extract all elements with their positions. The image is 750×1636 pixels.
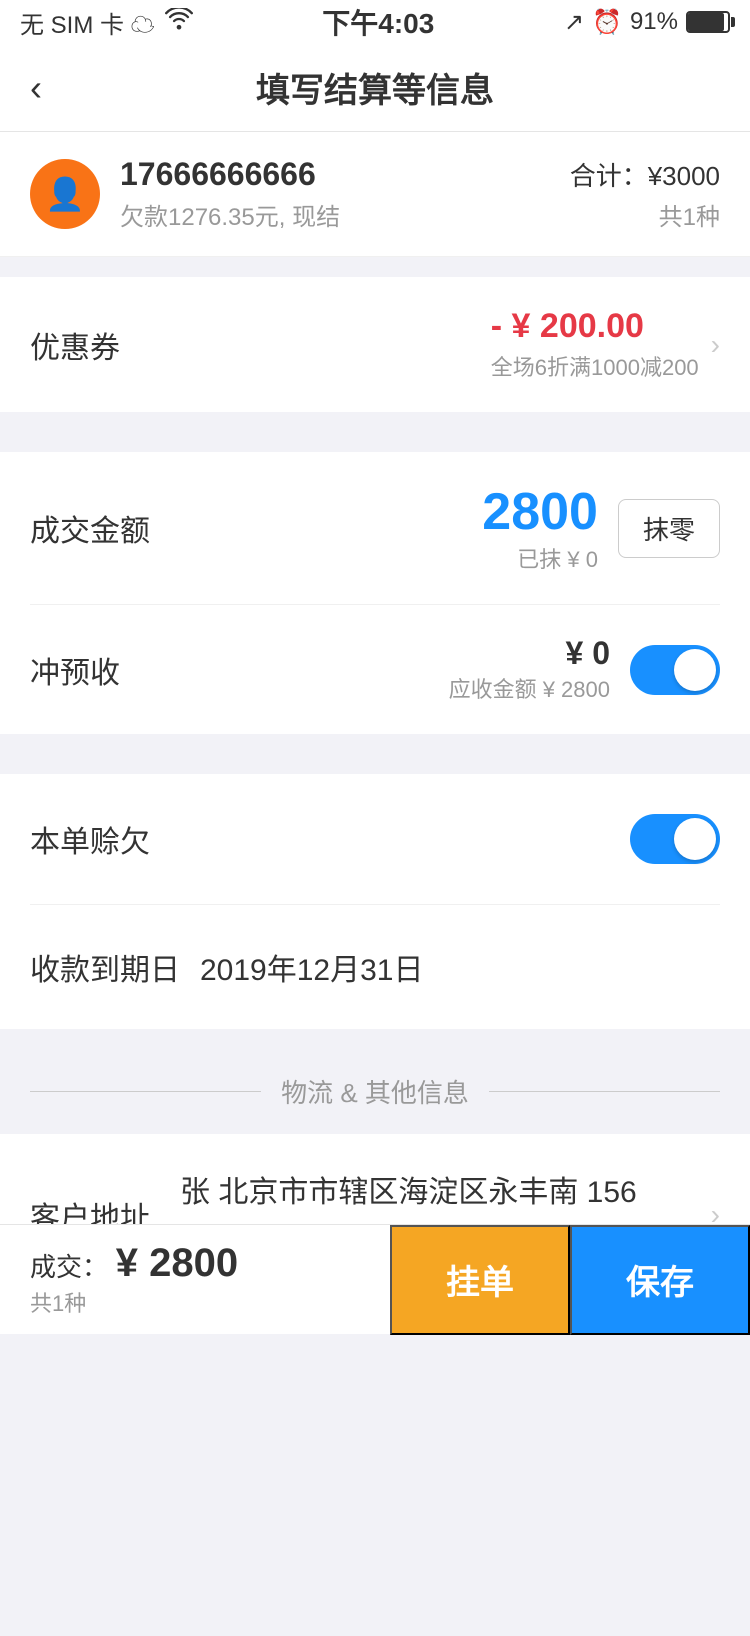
prepaid-toggle[interactable] — [630, 645, 720, 695]
battery-icon — [686, 11, 730, 33]
bottom-left: 成交： ¥ 2800 共1种 — [0, 1241, 390, 1318]
deal-row: 成交金额 2800 已抹 ¥ 0 抹零 — [30, 452, 720, 605]
prepaid-amount-col: ¥ 0 应收金额 ¥ 2800 — [449, 635, 610, 704]
bottom-deal-count: 共1种 — [30, 1286, 360, 1318]
chevron-right-icon: › — [711, 329, 720, 361]
sim-status: 无 SIM 卡 ☁ — [20, 5, 155, 40]
content: 👤 17666666666 欠款1276.35元, 现结 合计：¥3000 共1… — [0, 132, 750, 1636]
due-date-label: 收款到期日 — [30, 945, 180, 989]
customer-row: 👤 17666666666 欠款1276.35元, 现结 合计：¥3000 共1… — [0, 132, 750, 257]
deal-amount-value: 2800 — [482, 482, 598, 542]
battery-percent: 91% — [630, 8, 678, 36]
prepaid-row: 冲预收 ¥ 0 应收金额 ¥ 2800 — [30, 605, 720, 734]
due-date-row: 收款到期日 2019年12月31日 — [30, 905, 720, 1029]
bottom-deal-row: 成交： ¥ 2800 — [30, 1241, 360, 1286]
avatar-icon: 👤 — [45, 175, 85, 213]
wifi-icon — [165, 8, 193, 37]
credit-row: 本单赊欠 — [30, 774, 720, 905]
customer-phone: 17666666666 — [120, 156, 340, 193]
customer-right: 合计：¥3000 共1种 — [570, 156, 720, 232]
coupon-detail: 全场6折满1000减200 — [491, 350, 699, 382]
bottom-deal-label: 成交： — [30, 1252, 108, 1282]
deal-amount-col: 2800 已抹 ¥ 0 — [482, 482, 598, 574]
status-bar: 无 SIM 卡 ☁ 下午4:03 ↗ ⏰ 91% — [0, 0, 750, 44]
customer-left: 👤 17666666666 欠款1276.35元, 现结 — [30, 156, 340, 232]
logistics-text: 物流 & 其他信息 — [281, 1073, 469, 1110]
coupon-row[interactable]: 优惠券 - ¥ 200.00 全场6折满1000减200 › — [0, 277, 750, 412]
hold-button[interactable]: 挂单 — [390, 1225, 570, 1335]
total-label: 合计：¥3000 — [570, 156, 720, 193]
toggle-knob — [674, 649, 716, 691]
prepaid-receivable: 应收金额 ¥ 2800 — [449, 672, 610, 704]
location-icon: ↗ — [564, 8, 584, 37]
coupon-right: - ¥ 200.00 全场6折满1000减200 › — [491, 307, 720, 382]
customer-card: 👤 17666666666 欠款1276.35元, 现结 合计：¥3000 共1… — [0, 132, 750, 257]
status-left: 无 SIM 卡 ☁ — [20, 5, 193, 40]
logistics-line-right — [489, 1091, 720, 1092]
alarm-icon: ⏰ — [592, 8, 622, 37]
credit-toggle[interactable] — [630, 814, 720, 864]
credit-label: 本单赊欠 — [30, 817, 150, 861]
nav-bar: ‹ 填写结算等信息 — [0, 44, 750, 132]
back-button[interactable]: ‹ — [30, 67, 42, 109]
save-button[interactable]: 保存 — [570, 1225, 750, 1335]
round-button[interactable]: 抹零 — [618, 499, 720, 558]
customer-info: 17666666666 欠款1276.35元, 现结 — [120, 156, 340, 232]
total-count: 共1种 — [570, 197, 720, 232]
prepaid-right: ¥ 0 应收金额 ¥ 2800 — [449, 635, 720, 704]
customer-subtext: 欠款1276.35元, 现结 — [120, 197, 340, 232]
deal-amount-label: 成交金额 — [30, 506, 150, 550]
credit-toggle-knob — [674, 818, 716, 860]
section-divider-1 — [0, 432, 750, 452]
nav-title: 填写结算等信息 — [256, 63, 494, 112]
avatar: 👤 — [30, 159, 100, 229]
status-time: 下午4:03 — [322, 2, 434, 42]
section-divider-2 — [0, 734, 750, 754]
prepaid-amount: ¥ 0 — [449, 635, 610, 672]
logistics-divider: 物流 & 其他信息 — [0, 1049, 750, 1134]
grey-area — [0, 1316, 750, 1516]
deal-right: 2800 已抹 ¥ 0 抹零 — [482, 482, 720, 574]
status-right: ↗ ⏰ 91% — [564, 8, 730, 37]
due-date-value: 2019年12月31日 — [200, 945, 423, 989]
coupon-info: - ¥ 200.00 全场6折满1000减200 — [491, 307, 699, 382]
coupon-label: 优惠券 — [30, 323, 120, 367]
deal-section: 成交金额 2800 已抹 ¥ 0 抹零 冲预收 ¥ 0 应收金额 ¥ 2800 — [0, 452, 750, 734]
logistics-line-left — [30, 1091, 261, 1092]
bottom-deal-amount: ¥ 2800 — [116, 1241, 238, 1285]
credit-section: 本单赊欠 收款到期日 2019年12月31日 — [0, 774, 750, 1029]
bottom-bar: 成交： ¥ 2800 共1种 挂单 保存 — [0, 1224, 750, 1334]
deal-erased: 已抹 ¥ 0 — [482, 542, 598, 574]
coupon-discount: - ¥ 200.00 — [491, 307, 699, 346]
prepaid-label: 冲预收 — [30, 648, 120, 692]
